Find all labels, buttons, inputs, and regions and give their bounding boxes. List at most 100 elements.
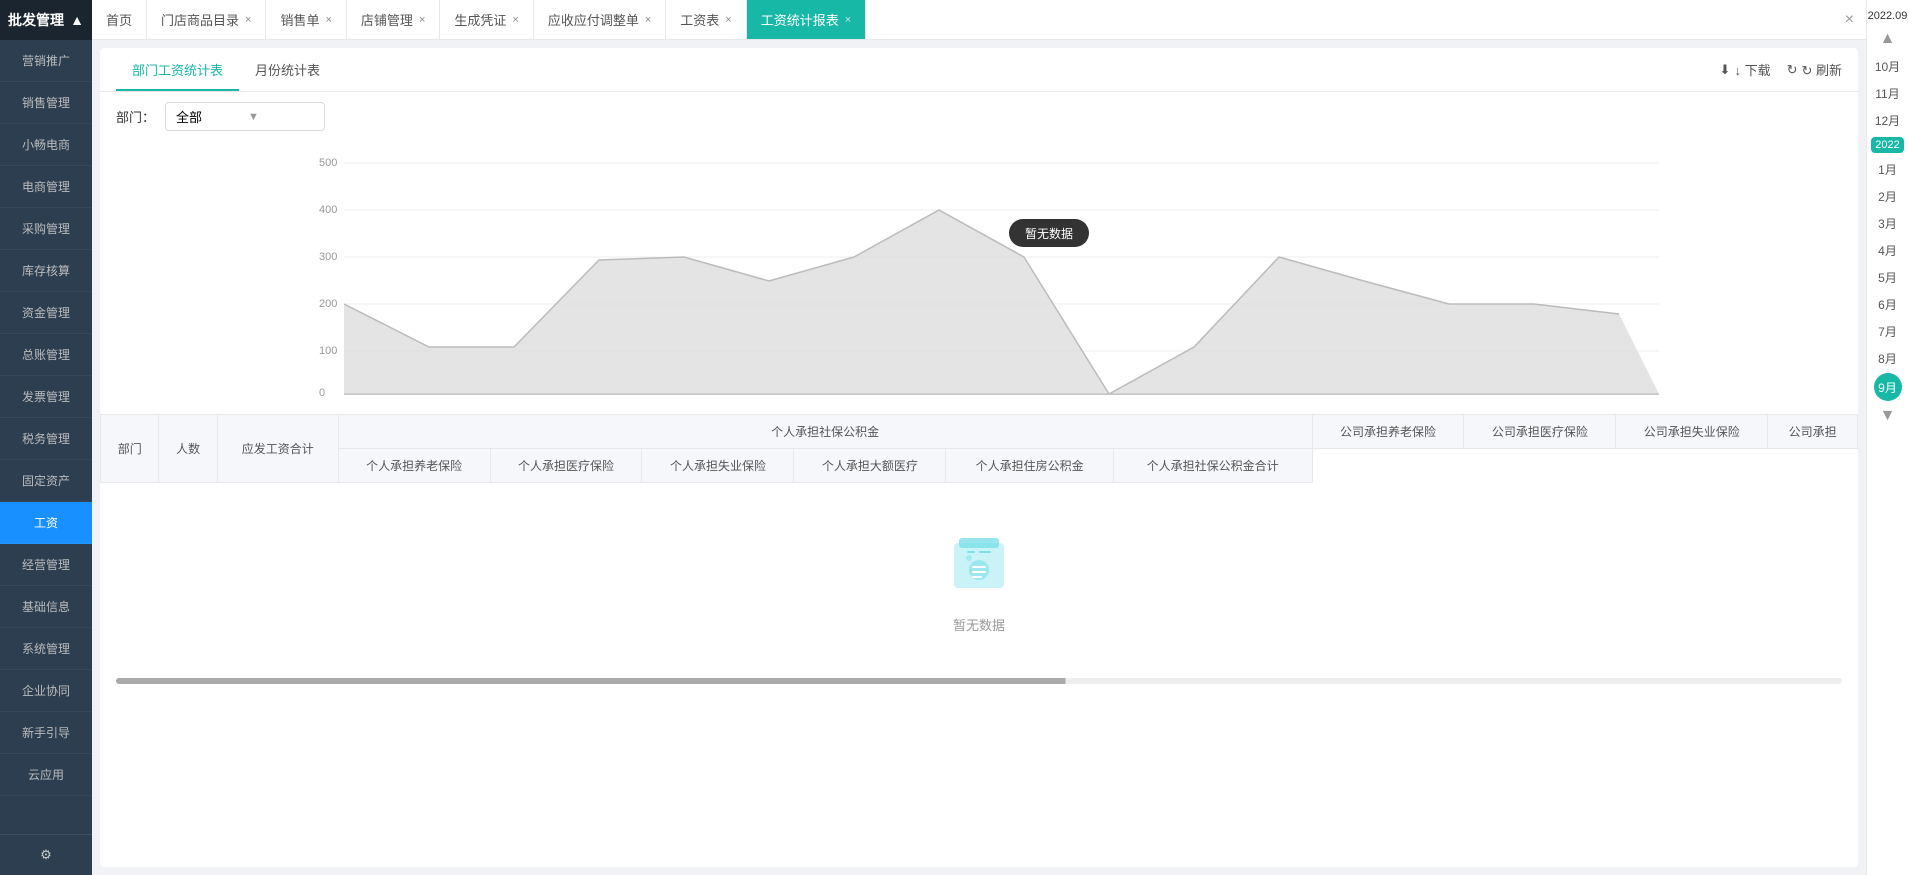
tab-close-icon[interactable]: × (725, 14, 731, 26)
timeline-month-8[interactable]: 8月 (1867, 346, 1908, 371)
sidebar-footer[interactable]: ⚙ (0, 834, 92, 875)
sidebar-collapse-icon[interactable]: ▲ (70, 12, 84, 28)
line-chart: 500 400 300 200 100 0 暂 (116, 151, 1842, 411)
sidebar-item-经营管理[interactable]: 经营管理 (0, 544, 92, 586)
filter-row: 部门： 全部 ▼ (100, 92, 1858, 141)
chevron-down-icon: ▼ (248, 111, 314, 123)
sub-tabs-right: ⬇ ↓ 下载 ↻ ↻ 刷新 (1720, 60, 1842, 79)
sidebar-item-云应用[interactable]: 云应用 (0, 754, 92, 796)
timeline-month-12[interactable]: 12月 (1867, 108, 1908, 133)
timeline-month-6[interactable]: 6月 (1867, 292, 1908, 317)
timeline-month-1[interactable]: 1月 (1867, 157, 1908, 182)
svg-text:300: 300 (319, 251, 337, 263)
sub-tab-月份统计表[interactable]: 月份统计表 (239, 50, 336, 91)
col-header-company-unemployment: 公司承担失业保险 (1616, 415, 1768, 449)
horizontal-scrollbar[interactable] (116, 678, 1842, 684)
sidebar-item-系统管理[interactable]: 系统管理 (0, 628, 92, 670)
sidebar-item-电商管理[interactable]: 电商管理 (0, 166, 92, 208)
sidebar-item-新手引导[interactable]: 新手引导 (0, 712, 92, 754)
sidebar-item-基础信息[interactable]: 基础信息 (0, 586, 92, 628)
col-header-total-wage: 应发工资合计 (217, 415, 338, 483)
filter-label: 部门： (116, 107, 155, 126)
timeline-month-7[interactable]: 7月 (1867, 319, 1908, 344)
sidebar-item-固定资产[interactable]: 固定资产 (0, 460, 92, 502)
tab-close-icon[interactable]: × (645, 14, 651, 26)
data-table: 部门 人数 应发工资合计 个人承担社保公积金 公司承担养老保险 公司承担医疗保险… (100, 414, 1858, 483)
sidebar-item-采购管理[interactable]: 采购管理 (0, 208, 92, 250)
sidebar-item-工资[interactable]: 工资 (0, 502, 92, 544)
sidebar-title: 批发管理 (8, 10, 64, 30)
timeline-year-2022: 2022 (1871, 137, 1903, 153)
tab-close-icon[interactable]: × (245, 14, 251, 26)
tab-店铺管理[interactable]: 店铺管理× (347, 0, 440, 39)
timeline-month-5[interactable]: 5月 (1867, 265, 1908, 290)
tab-工资统计报表[interactable]: 工资统计报表× (747, 0, 866, 39)
download-icon: ⬇ (1720, 62, 1731, 78)
svg-text:200: 200 (319, 298, 337, 310)
sidebar: 批发管理 ▲ 营销推广销售管理小畅电商电商管理采购管理库存核算资金管理总账管理发… (0, 0, 92, 875)
col-header-count: 人数 (159, 415, 217, 483)
department-select[interactable]: 全部 ▼ (165, 102, 325, 131)
col-header-personal-insurance: 个人承担社保公积金 (338, 415, 1312, 449)
sidebar-item-营销推广[interactable]: 营销推广 (0, 40, 92, 82)
chart-area: 500 400 300 200 100 0 暂 (100, 141, 1858, 414)
sub-tab-部门工资统计表[interactable]: 部门工资统计表 (116, 50, 239, 91)
sidebar-item-税务管理[interactable]: 税务管理 (0, 418, 92, 460)
tab-应收应付调整单[interactable]: 应收应付调整单× (534, 0, 666, 39)
col-header-company-medical: 公司承担医疗保险 (1464, 415, 1616, 449)
department-select-value: 全部 (176, 107, 242, 126)
svg-text:500: 500 (319, 157, 337, 169)
col-header-p-housing: 个人承担住房公积金 (946, 449, 1114, 483)
refresh-label: ↻ 刷新 (1801, 60, 1842, 79)
svg-text:400: 400 (319, 204, 337, 216)
col-header-p-medical: 个人承担医疗保险 (490, 449, 642, 483)
refresh-button[interactable]: ↻ ↻ 刷新 (1787, 60, 1842, 79)
sidebar-item-总账管理[interactable]: 总账管理 (0, 334, 92, 376)
svg-text:100: 100 (319, 345, 337, 357)
timeline-next-button[interactable]: ▼ (1876, 403, 1900, 429)
tab-bar: 首页门店商品目录×销售单×店铺管理×生成凭证×应收应付调整单×工资表×工资统计报… (92, 0, 1866, 40)
col-header-company-other: 公司承担 (1768, 415, 1858, 449)
timeline-month-2[interactable]: 2月 (1867, 184, 1908, 209)
main-area: 首页门店商品目录×销售单×店铺管理×生成凭证×应收应付调整单×工资表×工资统计报… (92, 0, 1866, 875)
col-header-p-total: 个人承担社保公积金合计 (1113, 449, 1312, 483)
sidebar-item-企业协同[interactable]: 企业协同 (0, 670, 92, 712)
tab-close-icon[interactable]: × (845, 14, 851, 26)
sidebar-items: 营销推广销售管理小畅电商电商管理采购管理库存核算资金管理总账管理发票管理税务管理… (0, 40, 92, 834)
col-header-p-unemployment: 个人承担失业保险 (642, 449, 794, 483)
timeline-month-4[interactable]: 4月 (1867, 238, 1908, 263)
empty-state: 暂无数据 (100, 483, 1858, 674)
col-header-p-old: 个人承担养老保险 (338, 449, 490, 483)
timeline-month-10[interactable]: 10月 (1867, 54, 1908, 79)
tab-close-icon[interactable]: × (512, 14, 518, 26)
empty-illustration (939, 523, 1019, 603)
tab-首页[interactable]: 首页 (92, 0, 147, 39)
svg-text:0: 0 (319, 387, 325, 399)
close-all-tabs-button[interactable]: × (1833, 11, 1866, 29)
tab-生成凭证[interactable]: 生成凭证× (440, 0, 533, 39)
sidebar-item-库存核算[interactable]: 库存核算 (0, 250, 92, 292)
download-button[interactable]: ⬇ ↓ 下载 (1720, 60, 1771, 79)
tab-销售单[interactable]: 销售单× (266, 0, 346, 39)
tab-工资表[interactable]: 工资表× (666, 0, 746, 39)
tab-close-icon[interactable]: × (325, 14, 331, 26)
settings-icon[interactable]: ⚙ (40, 847, 52, 862)
col-header-dept: 部门 (101, 415, 159, 483)
sub-tabs-left: 部门工资统计表月份统计表 (116, 50, 336, 90)
sidebar-header: 批发管理 ▲ (0, 0, 92, 40)
sub-tabs-row: 部门工资统计表月份统计表 ⬇ ↓ 下载 ↻ ↻ 刷新 (100, 48, 1858, 92)
timeline-month-3[interactable]: 3月 (1867, 211, 1908, 236)
timeline-month-9-active[interactable]: 9月 (1874, 373, 1902, 401)
timeline-month-11[interactable]: 11月 (1867, 81, 1908, 106)
col-header-company-old: 公司承担养老保险 (1312, 415, 1464, 449)
timeline-prev-button[interactable]: ▲ (1876, 26, 1900, 52)
tab-close-icon[interactable]: × (419, 14, 425, 26)
sidebar-item-发票管理[interactable]: 发票管理 (0, 376, 92, 418)
tab-门店商品目录[interactable]: 门店商品目录× (147, 0, 266, 39)
sidebar-item-销售管理[interactable]: 销售管理 (0, 82, 92, 124)
refresh-icon: ↻ (1787, 62, 1798, 78)
timeline-top-label: 2022.09 (1866, 8, 1908, 24)
sidebar-item-资金管理[interactable]: 资金管理 (0, 292, 92, 334)
sidebar-item-小畅电商[interactable]: 小畅电商 (0, 124, 92, 166)
table-wrapper[interactable]: 部门 人数 应发工资合计 个人承担社保公积金 公司承担养老保险 公司承担医疗保险… (100, 414, 1858, 867)
